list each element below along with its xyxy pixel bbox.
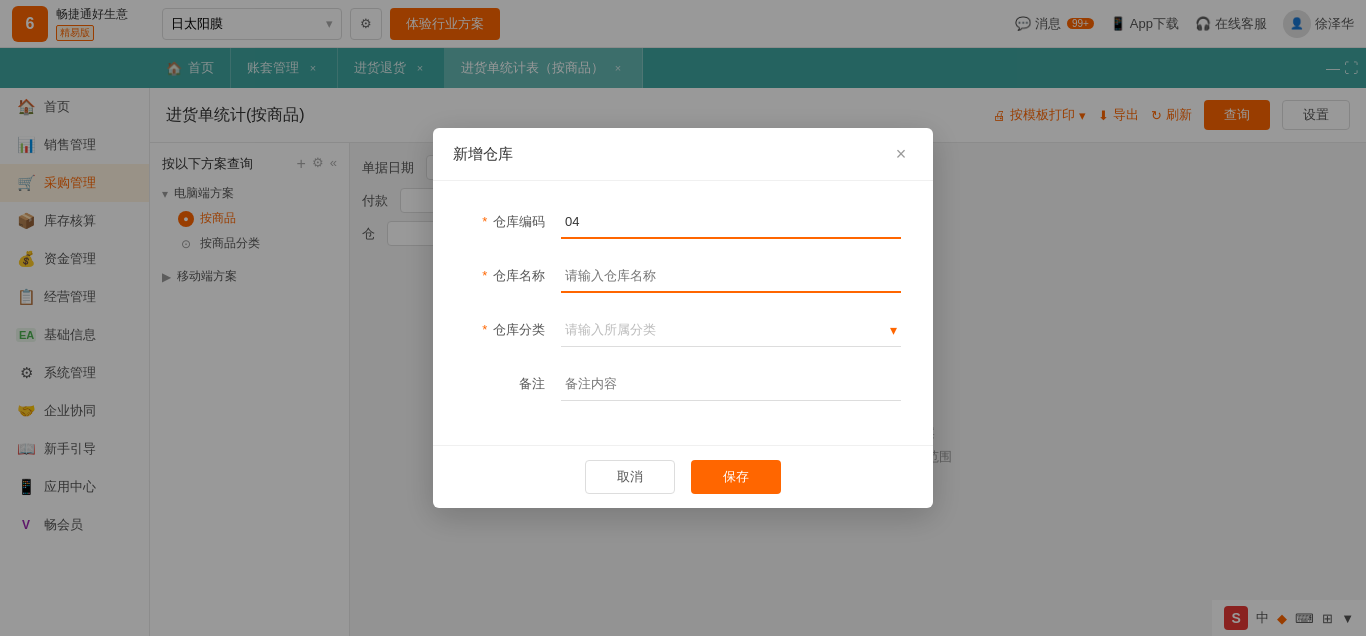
dialog-title: 新增仓库 — [453, 145, 513, 164]
dialog-header: 新增仓库 × — [433, 128, 933, 181]
form-label-category: * 仓库分类 — [465, 321, 545, 339]
form-row-code: * 仓库编码 — [465, 205, 901, 239]
warehouse-code-input[interactable] — [561, 205, 901, 239]
save-button[interactable]: 保存 — [691, 460, 781, 494]
warehouse-category-wrapper: 请输入所属分类 ▾ — [561, 313, 901, 347]
form-row-remark: 备注 — [465, 367, 901, 401]
form-label-name: * 仓库名称 — [465, 267, 545, 285]
warehouse-name-input[interactable] — [561, 259, 901, 293]
dialog-new-warehouse: 新增仓库 × * 仓库编码 * 仓库名称 — [433, 128, 933, 508]
dialog-close-button[interactable]: × — [889, 142, 913, 166]
cancel-button[interactable]: 取消 — [585, 460, 675, 494]
warehouse-remark-input[interactable] — [561, 367, 901, 401]
form-label-code: * 仓库编码 — [465, 213, 545, 231]
warehouse-category-select[interactable]: 请输入所属分类 — [561, 313, 901, 347]
form-row-category: * 仓库分类 请输入所属分类 ▾ — [465, 313, 901, 347]
form-row-name: * 仓库名称 — [465, 259, 901, 293]
modal-overlay[interactable]: 新增仓库 × * 仓库编码 * 仓库名称 — [0, 0, 1366, 636]
dialog-body: * 仓库编码 * 仓库名称 * 仓库分类 — [433, 181, 933, 445]
dialog-footer: 取消 保存 — [433, 445, 933, 508]
form-label-remark: 备注 — [465, 375, 545, 393]
